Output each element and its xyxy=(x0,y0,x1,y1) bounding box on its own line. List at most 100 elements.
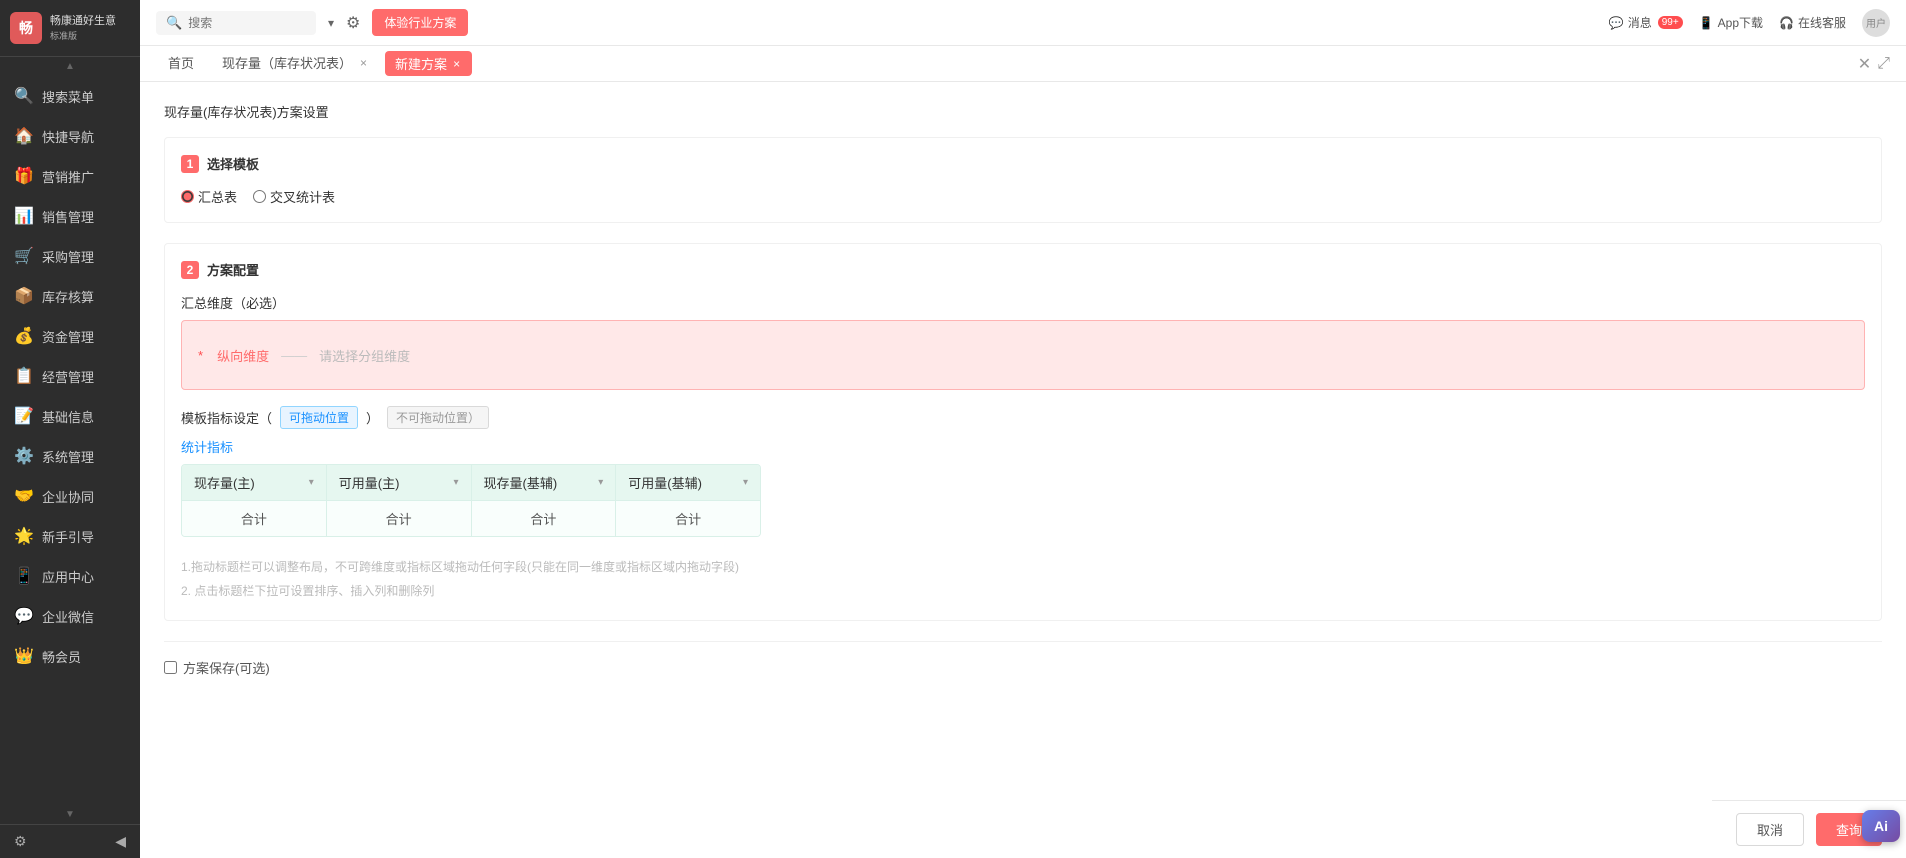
sidebar-item-label: 采购管理 xyxy=(42,247,94,266)
stats-col-1-chevron[interactable]: ▾ xyxy=(453,477,458,488)
sidebar-item-marketing[interactable]: 🎁 营销推广 xyxy=(0,156,140,196)
message-icon: 💬 xyxy=(1609,16,1624,30)
page-title: 现存量(库存状况表)方案设置 xyxy=(164,102,1882,121)
cooperation-icon: 🤝 xyxy=(14,486,34,506)
footer-spacer xyxy=(164,677,1882,737)
tabbar: 首页 现存量（库存状况表） × 新建方案 × ✕ ⤢ xyxy=(140,46,1906,82)
dim-required-star: * xyxy=(198,348,203,363)
template-radio-group: 汇总表 交叉统计表 xyxy=(181,187,1865,206)
sidebar-item-inventory[interactable]: 📦 库存核算 xyxy=(0,276,140,316)
tab-inventory-label: 现存量（库存状况表） xyxy=(222,53,352,72)
sidebar-item-wechat[interactable]: 💬 企业微信 xyxy=(0,596,140,636)
operations-icon: 📋 xyxy=(14,366,34,386)
scroll-up-indicator: ▲ xyxy=(0,57,140,76)
sidebar-item-system[interactable]: ⚙️ 系统管理 xyxy=(0,436,140,476)
sidebar-item-label: 销售管理 xyxy=(42,207,94,226)
stats-col-3: 可用量(基辅) ▾ xyxy=(616,465,760,500)
save-option-label: 方案保存(可选) xyxy=(183,658,270,677)
tab-close-all-btn[interactable]: ✕ xyxy=(1858,54,1871,74)
sidebar-item-new-guide[interactable]: 🌟 新手引导 xyxy=(0,516,140,556)
sidebar-item-quick-nav[interactable]: 🏠 快捷导航 xyxy=(0,116,140,156)
stats-cell-0: 合计 xyxy=(182,501,327,536)
tab-inventory-close-btn[interactable]: × xyxy=(358,56,369,70)
radio-summary-label: 汇总表 xyxy=(198,187,237,206)
save-checkbox[interactable] xyxy=(164,661,177,674)
sidebar-item-operations[interactable]: 📋 经营管理 xyxy=(0,356,140,396)
radio-cross[interactable]: 交叉统计表 xyxy=(253,187,335,206)
radio-cross-label: 交叉统计表 xyxy=(270,187,335,206)
sidebar-item-search-menu[interactable]: 🔍 搜索菜单 xyxy=(0,76,140,116)
section2-num: 2 xyxy=(181,261,199,279)
sidebar-item-member[interactable]: 👑 畅会员 xyxy=(0,636,140,676)
user-avatar[interactable]: 用户 xyxy=(1862,9,1890,37)
stats-col-3-label: 可用量(基辅) xyxy=(628,473,702,492)
online-service-label: 在线客服 xyxy=(1798,14,1846,31)
sidebar-item-purchase[interactable]: 🛒 采购管理 xyxy=(0,236,140,276)
sales-icon: 📊 xyxy=(14,206,34,226)
radio-cross-input[interactable] xyxy=(253,190,266,203)
dim-placeholder: 请选择分组维度 xyxy=(319,346,410,365)
tab-expand-btn[interactable]: ⤢ xyxy=(1877,54,1890,74)
stats-cell-2: 合计 xyxy=(472,501,617,536)
topbar-app-download[interactable]: 📱 App下载 xyxy=(1699,14,1763,31)
stats-col-1: 可用量(主) ▾ xyxy=(327,465,472,500)
topbar-gear-btn[interactable]: ⚙ xyxy=(346,13,360,33)
message-badge: 99+ xyxy=(1658,16,1683,29)
topbar-dropdown-btn[interactable]: ▾ xyxy=(328,16,334,30)
app-download-icon: 📱 xyxy=(1699,16,1714,30)
tab-new-plan[interactable]: 新建方案 × xyxy=(385,51,472,76)
sidebar-item-label: 快捷导航 xyxy=(42,127,94,146)
tab-inventory-status[interactable]: 现存量（库存状况表） × xyxy=(210,47,381,80)
ai-float-btn[interactable]: Ai xyxy=(1862,810,1900,842)
section-choose-template: 1 选择模板 汇总表 交叉统计表 xyxy=(164,137,1882,223)
sidebar-logo: 畅 畅康通好生意 标准版 xyxy=(0,0,140,57)
tips-section: 1.拖动标题栏可以调整布局，不可跨维度或指标区域拖动任何字段(只能在同一维度或指… xyxy=(181,557,1865,602)
sidebar-item-basic-info[interactable]: 📝 基础信息 xyxy=(0,396,140,436)
sidebar-item-label: 库存核算 xyxy=(42,287,94,306)
sidebar-item-label: 新手引导 xyxy=(42,527,94,546)
sidebar-audio-btn[interactable]: ◀ xyxy=(115,833,126,850)
avatar-text: 用户 xyxy=(1866,15,1886,30)
topbar-online-service[interactable]: 🎧 在线客服 xyxy=(1779,14,1846,31)
cancel-button[interactable]: 取消 xyxy=(1736,813,1804,846)
sidebar-item-sales[interactable]: 📊 销售管理 xyxy=(0,196,140,236)
page-content: 现存量(库存状况表)方案设置 1 选择模板 汇总表 交叉统计表 xyxy=(140,82,1906,858)
stats-col-0-label: 现存量(主) xyxy=(194,473,255,492)
radio-summary-input[interactable] xyxy=(181,190,194,203)
tab-new-plan-close-btn[interactable]: × xyxy=(451,57,462,71)
dim-vertical-label: 纵向维度 xyxy=(217,346,269,365)
indicator-settings-label: 模板指标设定（ 可拖动位置 ） 不可拖动位置） xyxy=(181,406,1865,429)
purchase-icon: 🛒 xyxy=(14,246,34,266)
tab-home-label: 首页 xyxy=(168,53,194,72)
online-service-icon: 🎧 xyxy=(1779,16,1794,30)
stats-col-2-chevron[interactable]: ▾ xyxy=(598,477,603,488)
sidebar-item-label: 营销推广 xyxy=(42,167,94,186)
sidebar-item-finance[interactable]: 💰 资金管理 xyxy=(0,316,140,356)
new-guide-icon: 🌟 xyxy=(14,526,34,546)
wechat-icon: 💬 xyxy=(14,606,34,626)
stats-col-0-chevron[interactable]: ▾ xyxy=(309,477,314,488)
inventory-icon: 📦 xyxy=(14,286,34,306)
app-download-label: App下载 xyxy=(1718,14,1763,31)
trial-btn[interactable]: 体验行业方案 xyxy=(372,9,468,36)
dim-dash: —— xyxy=(281,348,307,363)
tab-home[interactable]: 首页 xyxy=(156,47,206,80)
sidebar-item-cooperation[interactable]: 🤝 企业协同 xyxy=(0,476,140,516)
search-icon: 🔍 xyxy=(166,15,182,31)
radio-summary[interactable]: 汇总表 xyxy=(181,187,237,206)
system-icon: ⚙️ xyxy=(14,446,34,466)
sidebar-item-label: 企业微信 xyxy=(42,607,94,626)
sidebar-item-label: 企业协同 xyxy=(42,487,94,506)
stats-col-3-chevron[interactable]: ▾ xyxy=(743,477,748,488)
section1-header: 1 选择模板 xyxy=(181,154,1865,173)
topbar-right: 💬 消息 99+ 📱 App下载 🎧 在线客服 用户 xyxy=(1609,9,1890,37)
topbar-search-box[interactable]: 🔍 xyxy=(156,11,316,35)
section1-title: 选择模板 xyxy=(207,154,259,173)
sidebar-item-app-center[interactable]: 📱 应用中心 xyxy=(0,556,140,596)
stats-section-title: 统计指标 xyxy=(181,437,1865,456)
search-input[interactable] xyxy=(188,16,288,30)
section2-title: 方案配置 xyxy=(207,260,259,279)
sidebar-settings-btn[interactable]: ⚙ xyxy=(14,833,27,850)
sidebar-item-label: 搜索菜单 xyxy=(42,87,94,106)
topbar-message[interactable]: 💬 消息 99+ xyxy=(1609,14,1683,31)
